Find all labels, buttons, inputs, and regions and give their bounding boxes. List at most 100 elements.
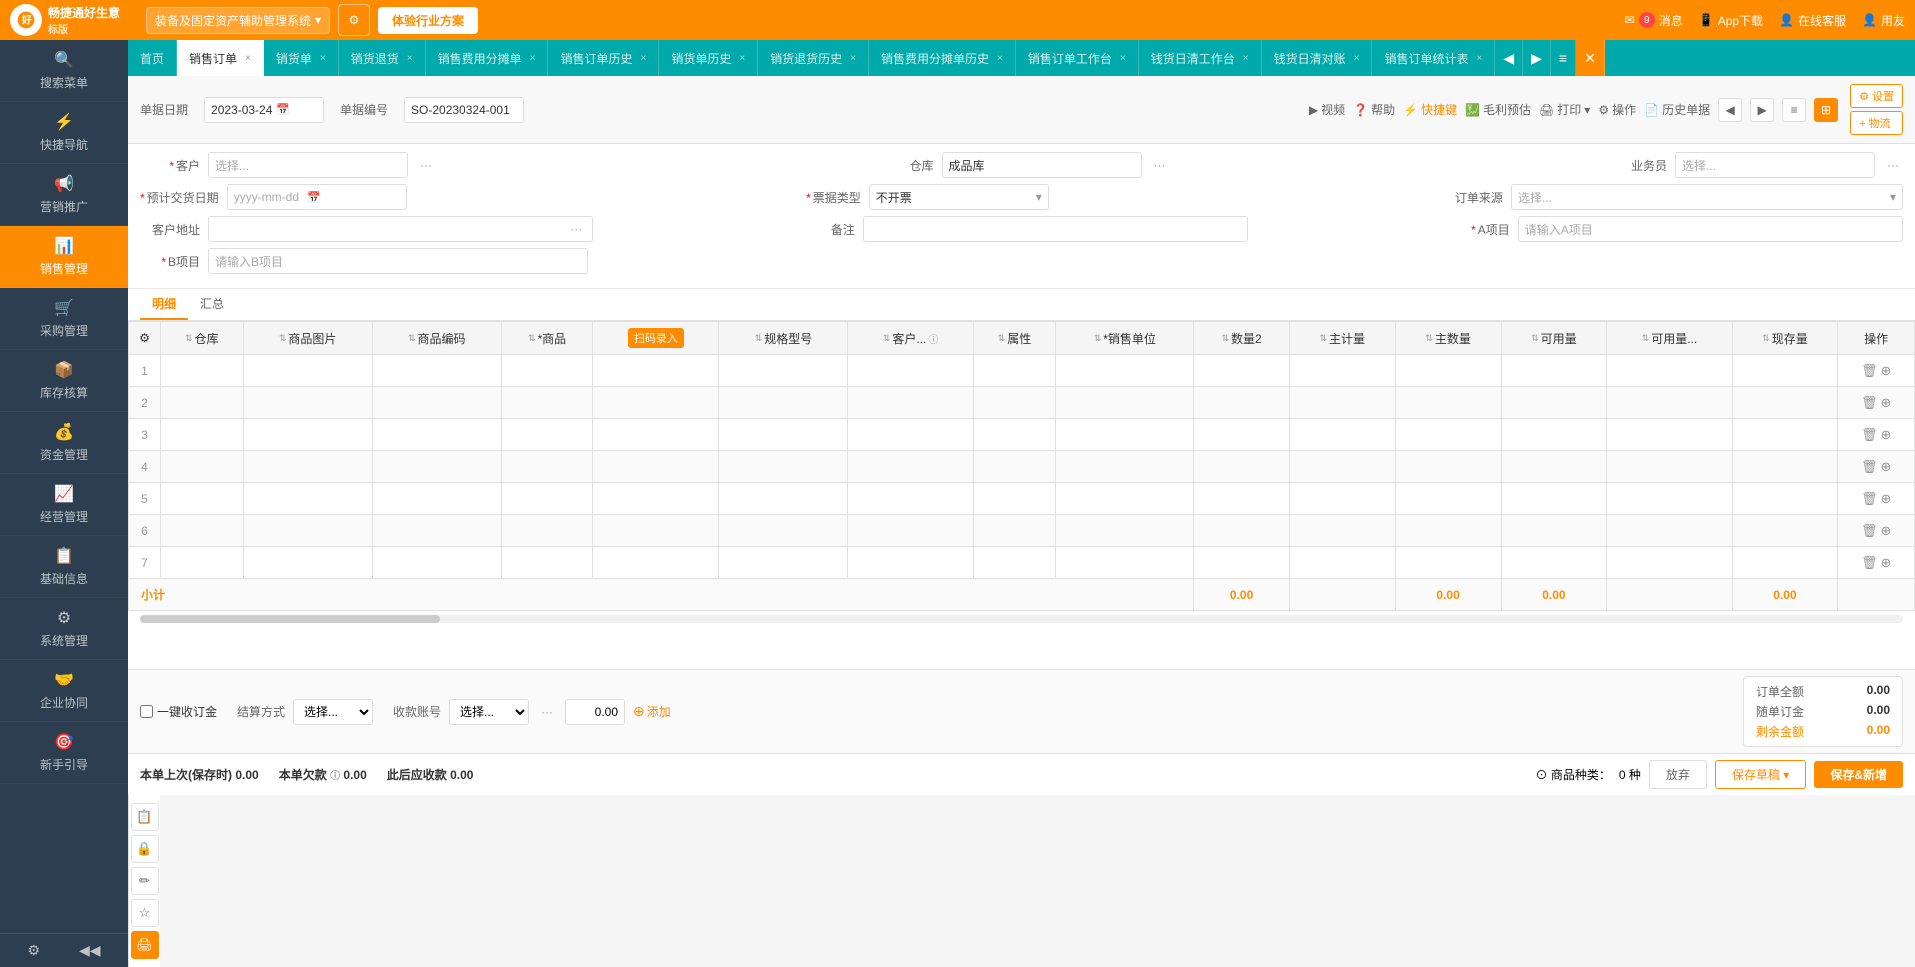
next-record-btn[interactable]: ▶: [1750, 98, 1774, 122]
col-available[interactable]: ⇅可用量: [1501, 322, 1607, 355]
row-2-scan[interactable]: [593, 387, 719, 419]
row-1-copy-icon[interactable]: ⊕: [1880, 363, 1891, 379]
scan-btn[interactable]: 扫码录入: [628, 328, 684, 348]
col-qty2[interactable]: ⇅数量2: [1194, 322, 1289, 355]
row-1-cust-code[interactable]: [848, 355, 973, 387]
row-1-attr[interactable]: [973, 355, 1056, 387]
payment-select[interactable]: 选择...: [293, 699, 373, 725]
tab-sales-stat[interactable]: 销售订单统计表 ×: [1372, 40, 1495, 76]
tab-detail[interactable]: 明细: [140, 289, 188, 320]
tab-daily-reconcile-close[interactable]: ×: [1354, 53, 1360, 64]
sidebar-item-management[interactable]: 📈 经营管理: [0, 474, 128, 536]
sidebar-item-guide[interactable]: 🎯 新手引导: [0, 722, 128, 784]
row-3-copy-icon[interactable]: ⊕: [1880, 427, 1891, 443]
tab-sales-goods-history[interactable]: 销货单历史 ×: [659, 40, 758, 76]
row-6-delete-icon[interactable]: 🗑: [1861, 523, 1878, 539]
tab-sales-stat-close[interactable]: ×: [1476, 53, 1482, 64]
col-main-qty[interactable]: ⇅主数量: [1395, 322, 1501, 355]
row-1-warehouse[interactable]: [161, 355, 244, 387]
tab-sales-expense-history[interactable]: 销售费用分摊单历史 ×: [869, 40, 1016, 76]
one-click-checkbox-input[interactable]: [140, 705, 153, 718]
b-project-input[interactable]: 请输入B项目: [208, 248, 588, 274]
row-2-code[interactable]: [372, 387, 501, 419]
industry-btn[interactable]: 体验行业方案: [378, 7, 478, 34]
sidebar-collapse-btn[interactable]: ◀◀: [79, 942, 101, 959]
row-2-image[interactable]: [243, 387, 372, 419]
sidebar-item-basic[interactable]: 📋 基础信息: [0, 536, 128, 598]
tab-sales-workbench-close[interactable]: ×: [1120, 53, 1126, 64]
online-service-btn[interactable]: 👤 在线客服: [1779, 12, 1846, 29]
col-spec[interactable]: ⇅规格型号: [719, 322, 848, 355]
sidebar-item-marketing[interactable]: 📢 营销推广: [0, 164, 128, 226]
customer-more-btn[interactable]: ···: [416, 158, 436, 172]
row-2-qty2[interactable]: [1194, 387, 1289, 419]
date-value[interactable]: 2023-03-24 📅: [204, 97, 324, 123]
remark-input[interactable]: [863, 216, 1248, 242]
row-2-copy-icon[interactable]: ⊕: [1880, 395, 1891, 411]
sidebar-item-system[interactable]: ⚙ 系统管理: [0, 598, 128, 660]
save-new-btn[interactable]: 保存&新增: [1814, 761, 1903, 788]
add-material-btn[interactable]: + 物流: [1850, 111, 1903, 135]
sidebar-item-finance[interactable]: 💰 资金管理: [0, 412, 128, 474]
row-2-main-qty[interactable]: [1395, 387, 1501, 419]
tab-next-btn[interactable]: ▶: [1523, 40, 1551, 76]
settings-gear-icon[interactable]: ⚙: [338, 4, 370, 36]
tab-daily-reconcile[interactable]: 钱货日清对账 ×: [1262, 40, 1373, 76]
col-warehouse[interactable]: ⇅仓库: [161, 322, 244, 355]
address-input[interactable]: ···: [208, 216, 593, 242]
row-2-available[interactable]: [1501, 387, 1607, 419]
row-2-attr[interactable]: [973, 387, 1056, 419]
row-1-image[interactable]: [243, 355, 372, 387]
history-action[interactable]: 📄 历史单据: [1644, 101, 1710, 118]
tab-sales-goods[interactable]: 销货单 ×: [264, 40, 339, 76]
tab-sales-order[interactable]: 销售订单 ×: [177, 40, 264, 76]
tab-sales-workbench[interactable]: 销售订单工作台 ×: [1016, 40, 1139, 76]
row-2-warehouse[interactable]: [161, 387, 244, 419]
sidebar-item-search[interactable]: 🔍 搜索菜单: [0, 40, 128, 102]
tab-daily-workbench[interactable]: 钱货日清工作台 ×: [1139, 40, 1262, 76]
row-2-cust-code[interactable]: [848, 387, 973, 419]
row-1-stock[interactable]: [1732, 355, 1838, 387]
row-2-spec[interactable]: [719, 387, 848, 419]
sidebar-item-sales[interactable]: 📊 销售管理: [0, 226, 128, 288]
address-more-btn[interactable]: ···: [566, 222, 586, 236]
row-1-available2[interactable]: [1607, 355, 1732, 387]
row-2-product[interactable]: [501, 387, 593, 419]
right-sidebar-print-btn[interactable]: 🖨: [131, 931, 159, 959]
discard-btn[interactable]: 放弃: [1649, 760, 1707, 789]
right-sidebar-lock-btn[interactable]: 🔒: [131, 835, 159, 863]
warehouse-input[interactable]: 成品库: [942, 152, 1142, 178]
tab-daily-workbench-close[interactable]: ×: [1243, 53, 1249, 64]
row-1-delete-icon[interactable]: 🗑: [1861, 363, 1878, 379]
col-available2[interactable]: ⇅可用量...: [1607, 322, 1732, 355]
prev-record-btn[interactable]: ◀: [1718, 98, 1742, 122]
row-1-product[interactable]: [501, 355, 593, 387]
tab-menu-btn[interactable]: ≡: [1551, 40, 1576, 76]
app-download-btn[interactable]: 📱 App下载: [1699, 12, 1763, 29]
view-action[interactable]: ▶ 视频: [1309, 101, 1345, 118]
order-source-input[interactable]: 选择... ▾: [1511, 184, 1903, 210]
row-4-delete-icon[interactable]: 🗑: [1861, 459, 1878, 475]
tab-prev-btn[interactable]: ◀: [1495, 40, 1523, 76]
invoice-select[interactable]: 不开票 ▾: [869, 184, 1049, 210]
tab-sales-order-history-close[interactable]: ×: [640, 53, 646, 64]
footer-more-btn[interactable]: ···: [537, 705, 557, 719]
tab-sales-expense-history-close[interactable]: ×: [997, 53, 1003, 64]
col-code[interactable]: ⇅商品编码: [372, 322, 501, 355]
col-image[interactable]: ⇅商品图片: [243, 322, 372, 355]
row-7-copy-icon[interactable]: ⊕: [1880, 555, 1891, 571]
tab-sales-goods-history-close[interactable]: ×: [739, 53, 745, 64]
tab-close-all-btn[interactable]: ✕: [1576, 40, 1605, 76]
tab-sales-return-history[interactable]: 销货退货历史 ×: [758, 40, 869, 76]
sidebar-item-purchase[interactable]: 🛒 采购管理: [0, 288, 128, 350]
tab-sales-return-close[interactable]: ×: [407, 53, 413, 64]
shortcut-action[interactable]: ⚡ 快捷键: [1403, 101, 1457, 118]
delivery-input[interactable]: yyyy-mm-dd 📅: [227, 184, 407, 210]
tab-sales-order-close[interactable]: ×: [245, 53, 251, 64]
tab-sales-goods-close[interactable]: ×: [320, 53, 326, 64]
help-action[interactable]: ❓ 帮助: [1353, 101, 1395, 118]
sidebar-settings-btn[interactable]: ⚙: [27, 942, 40, 959]
row-6-copy-icon[interactable]: ⊕: [1880, 523, 1891, 539]
row-3-warehouse[interactable]: [161, 419, 244, 451]
save-draft-btn[interactable]: 保存草稿 ▾: [1715, 760, 1806, 789]
